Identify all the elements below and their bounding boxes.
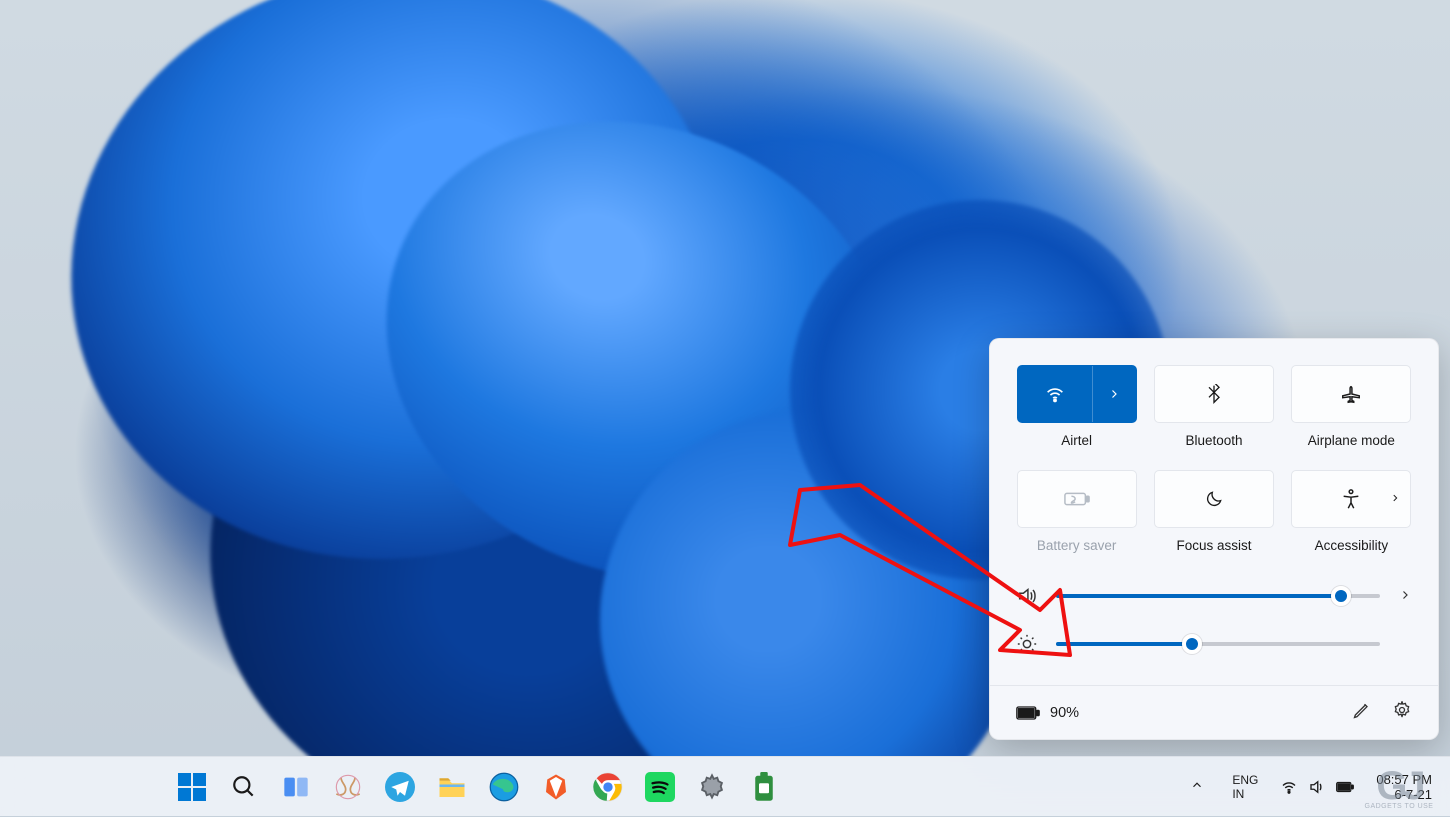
open-settings[interactable]	[1392, 700, 1412, 725]
taskbar-brave[interactable]	[534, 765, 578, 809]
volume-slider[interactable]	[1056, 594, 1380, 598]
brightness-slider-row	[1016, 633, 1412, 655]
settings-icon	[696, 771, 728, 803]
brightness-slider[interactable]	[1056, 642, 1380, 646]
watermark: GJ GADGETS TO USE	[1354, 762, 1444, 810]
volume-icon	[1016, 585, 1038, 607]
volume-slider-thumb[interactable]	[1331, 586, 1351, 606]
quick-settings-grid: Airtel Bluetooth Airplane mode Battery s…	[1016, 365, 1412, 553]
search-icon	[228, 771, 260, 803]
wifi-label: Airtel	[1061, 433, 1092, 448]
chrome-icon	[592, 771, 624, 803]
taskbar-task-view[interactable]	[274, 765, 318, 809]
taskbar-telegram[interactable]	[378, 765, 422, 809]
taskbar-start[interactable]	[170, 765, 214, 809]
bluetooth-tile: Bluetooth	[1153, 365, 1274, 448]
taskbar-edge[interactable]	[482, 765, 526, 809]
wifi-icon	[1280, 778, 1298, 796]
quick-settings-footer: 90%	[990, 685, 1438, 739]
wifi-icon	[1044, 383, 1066, 405]
volume-icon	[1308, 778, 1326, 796]
battery-saver-toggle	[1017, 470, 1137, 528]
taskbar-settings[interactable]	[690, 765, 734, 809]
moon-icon	[1204, 489, 1224, 509]
airplane-icon	[1340, 383, 1362, 405]
battery-status[interactable]: 90%	[1016, 705, 1079, 721]
language-line1: ENG	[1232, 773, 1258, 787]
quick-settings-panel: Airtel Bluetooth Airplane mode Battery s…	[989, 338, 1439, 740]
airplane-label: Airplane mode	[1308, 433, 1395, 448]
system-tray[interactable]	[1270, 772, 1364, 802]
battery-icon	[1336, 778, 1354, 796]
language-switcher[interactable]: ENG IN	[1222, 767, 1268, 807]
wifi-toggle[interactable]	[1017, 365, 1137, 423]
chevron-up-icon	[1184, 778, 1210, 795]
battery-icon	[1016, 705, 1040, 721]
taskbar: ENG IN 08:57 PM 6-7-21	[0, 756, 1450, 816]
focus-assist-toggle[interactable]	[1154, 470, 1274, 528]
wifi-tile: Airtel	[1016, 365, 1137, 448]
file-explorer-icon	[436, 771, 468, 803]
battery-saver-label: Battery saver	[1037, 538, 1117, 553]
battery-percent: 90%	[1050, 705, 1079, 721]
tray-overflow[interactable]	[1174, 772, 1220, 801]
wifi-expand[interactable]	[1092, 366, 1136, 422]
accessibility-tile: Accessibility	[1291, 470, 1412, 553]
chevron-right-icon	[1108, 388, 1120, 400]
chevron-right-icon	[1390, 493, 1400, 506]
focus-assist-tile: Focus assist	[1153, 470, 1274, 553]
accessibility-toggle[interactable]	[1291, 470, 1411, 528]
battery-saver-icon	[1064, 489, 1090, 509]
focus-assist-label: Focus assist	[1176, 538, 1251, 553]
volume-slider-row	[1016, 585, 1412, 607]
battery-app-icon	[748, 771, 780, 803]
edit-quick-settings[interactable]	[1352, 700, 1372, 725]
airplane-toggle[interactable]	[1291, 365, 1411, 423]
bluetooth-icon	[1204, 384, 1224, 404]
spotify-icon	[644, 771, 676, 803]
accessibility-icon	[1340, 488, 1362, 510]
taskbar-chrome[interactable]	[586, 765, 630, 809]
bluetooth-toggle[interactable]	[1154, 365, 1274, 423]
brave-icon	[540, 771, 572, 803]
taskbar-file-explorer[interactable]	[430, 765, 474, 809]
taskbar-spotify[interactable]	[638, 765, 682, 809]
brightness-slider-thumb[interactable]	[1182, 634, 1202, 654]
start-icon	[176, 771, 208, 803]
language-line2: IN	[1232, 787, 1258, 801]
airplane-tile: Airplane mode	[1291, 365, 1412, 448]
accessibility-label: Accessibility	[1315, 538, 1389, 553]
pencil-icon	[1352, 700, 1372, 720]
bluetooth-label: Bluetooth	[1185, 433, 1242, 448]
battery-saver-tile: Battery saver	[1016, 470, 1137, 553]
taskbar-battery-app[interactable]	[742, 765, 786, 809]
snip-icon	[332, 771, 364, 803]
telegram-icon	[384, 771, 416, 803]
volume-output-expand[interactable]	[1398, 589, 1412, 604]
gear-icon	[1392, 700, 1412, 720]
taskbar-search[interactable]	[222, 765, 266, 809]
edge-icon	[488, 771, 520, 803]
task-view-icon	[280, 771, 312, 803]
brightness-icon	[1016, 633, 1038, 655]
taskbar-snip[interactable]	[326, 765, 370, 809]
